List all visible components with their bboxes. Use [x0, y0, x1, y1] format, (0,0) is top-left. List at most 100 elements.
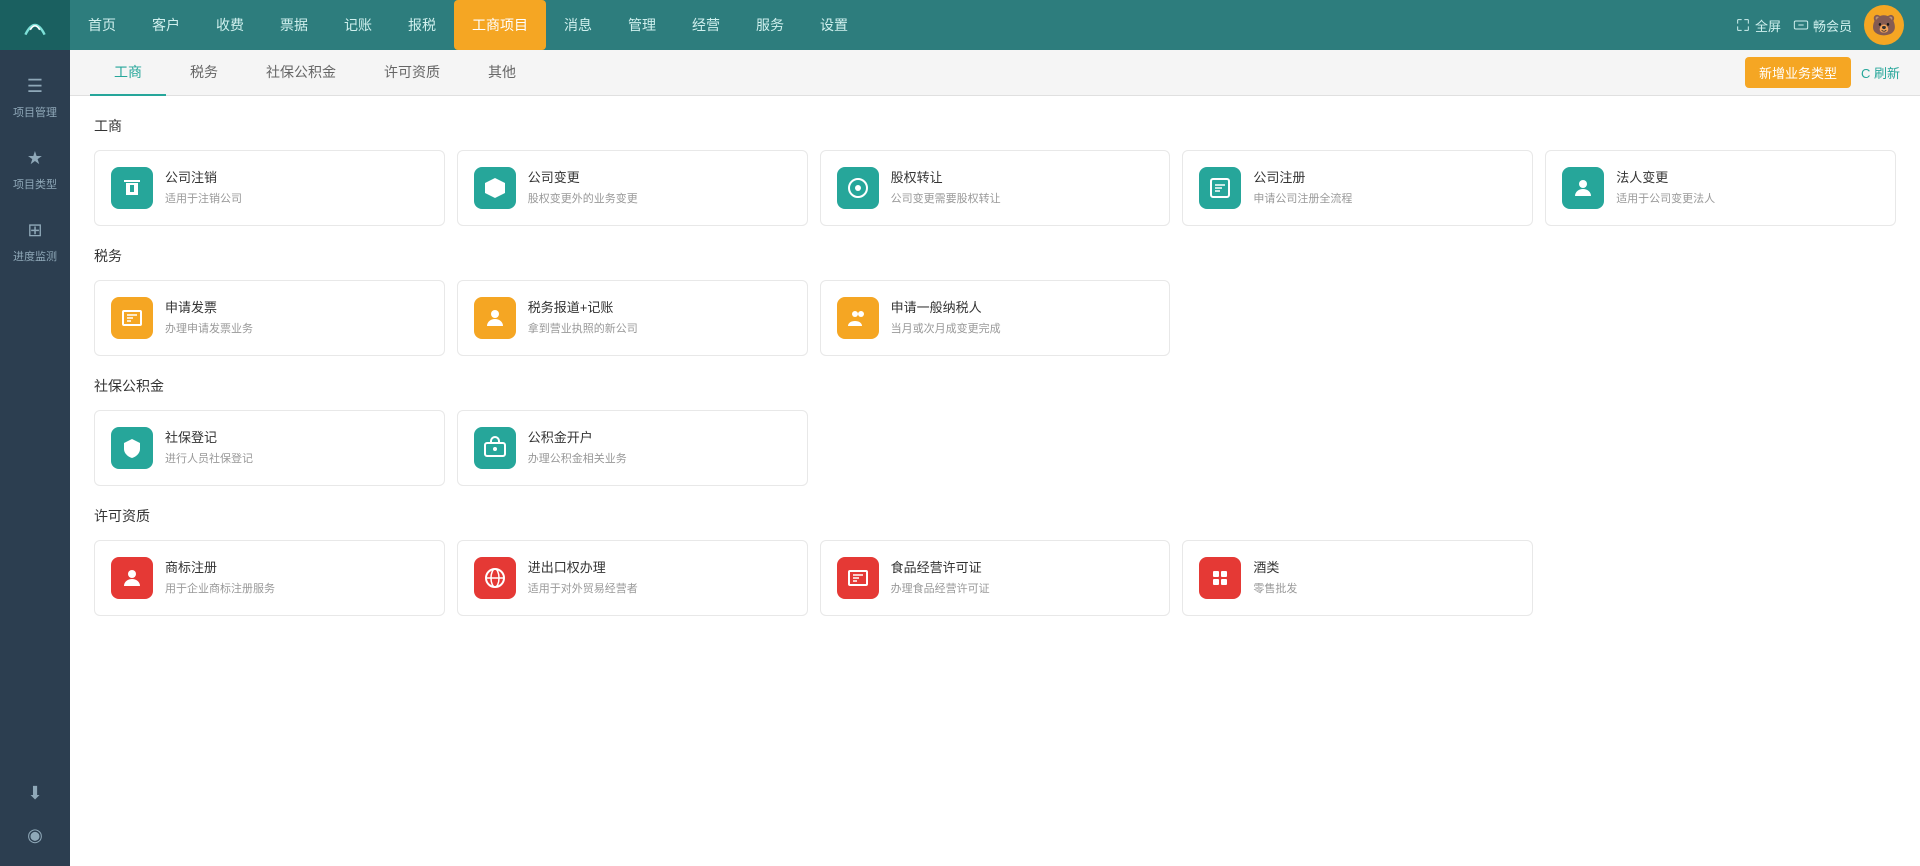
service-card-公司变更[interactable]: 公司变更 股权变更外的业务变更: [457, 150, 808, 226]
card-title: 公积金开户: [528, 427, 791, 446]
service-card-公司注册[interactable]: 公司注册 申请公司注册全流程: [1182, 150, 1533, 226]
card-icon: [1199, 167, 1241, 209]
card-text: 公司注册 申请公司注册全流程: [1253, 167, 1516, 206]
card-icon: [474, 167, 516, 209]
sidebar-icon: ★: [21, 144, 49, 172]
tab-list: 工商税务社保公积金许可资质其他: [90, 50, 1745, 96]
card-text: 税务报道+记账 拿到营业执照的新公司: [528, 297, 791, 336]
sidebar-item-项目管理[interactable]: ☰项目管理: [0, 60, 70, 132]
tab-社保公积金[interactable]: 社保公积金: [242, 50, 360, 96]
card-icon: [474, 557, 516, 599]
service-card-酒类[interactable]: 酒类 零售批发: [1182, 540, 1533, 616]
nav-item-工商项目[interactable]: 工商项目: [454, 0, 546, 50]
section-title-工商: 工商: [94, 116, 1896, 136]
section-title-许可资质: 许可资质: [94, 506, 1896, 526]
service-card-股权转让[interactable]: 股权转让 公司变更需要股权转让: [820, 150, 1171, 226]
card-text: 公司注销 适用于注销公司: [165, 167, 428, 206]
content-area: 工商税务社保公积金许可资质其他 新增业务类型 C 刷新 工商 公司注销 适用于注…: [70, 50, 1920, 866]
card-text: 法人变更 适用于公司变更法人: [1616, 167, 1879, 206]
nav-item-消息[interactable]: 消息: [546, 0, 610, 50]
card-title: 公司变更: [528, 167, 791, 186]
nav-item-经营[interactable]: 经营: [674, 0, 738, 50]
refresh-button[interactable]: C 刷新: [1861, 63, 1900, 82]
sidebar-item-项目类型[interactable]: ★项目类型: [0, 132, 70, 204]
card-desc: 申请公司注册全流程: [1253, 190, 1516, 206]
card-icon: [474, 427, 516, 469]
card-title: 法人变更: [1616, 167, 1879, 186]
tab-税务[interactable]: 税务: [166, 50, 242, 96]
nav-item-服务[interactable]: 服务: [738, 0, 802, 50]
card-text: 申请发票 办理申请发票业务: [165, 297, 428, 336]
card-text: 公积金开户 办理公积金相关业务: [528, 427, 791, 466]
nav-item-设置[interactable]: 设置: [802, 0, 866, 50]
service-card-申请发票[interactable]: 申请发票 办理申请发票业务: [94, 280, 445, 356]
nav-item-首页[interactable]: 首页: [70, 0, 134, 50]
sidebar-bottom: ⬇◉: [16, 774, 54, 866]
scroll-content: 工商 公司注销 适用于注销公司 公司变更 股权变更外的业务变更 股权转让 公: [70, 96, 1920, 866]
card-desc: 办理食品经营许可证: [891, 580, 1154, 596]
card-desc: 办理申请发票业务: [165, 320, 428, 336]
card-icon: [111, 427, 153, 469]
card-title: 申请一般纳税人: [891, 297, 1154, 316]
service-card-食品经营许可证[interactable]: 食品经营许可证 办理食品经营许可证: [820, 540, 1171, 616]
top-nav-right: 全屏 畅会员 🐻: [1735, 5, 1920, 45]
nav-item-票据[interactable]: 票据: [262, 0, 326, 50]
card-desc: 公司变更需要股权转让: [891, 190, 1154, 206]
sidebar-icon: ☰: [21, 72, 49, 100]
card-title: 公司注销: [165, 167, 428, 186]
card-desc: 当月或次月成变更完成: [891, 320, 1154, 336]
tab-其他[interactable]: 其他: [464, 50, 540, 96]
card-title: 社保登记: [165, 427, 428, 446]
vip-button[interactable]: 畅会员: [1793, 16, 1852, 35]
fullscreen-button[interactable]: 全屏: [1735, 16, 1781, 35]
service-card-公司注销[interactable]: 公司注销 适用于注销公司: [94, 150, 445, 226]
sidebar: ☰项目管理★项目类型⊞进度监测⬇◉: [0, 50, 70, 866]
nav-item-报税[interactable]: 报税: [390, 0, 454, 50]
logo: [0, 0, 70, 50]
card-icon: [111, 557, 153, 599]
sidebar-item-进度监测[interactable]: ⊞进度监测: [0, 204, 70, 276]
service-card-法人变更[interactable]: 法人变更 适用于公司变更法人: [1545, 150, 1896, 226]
tab-bar-actions: 新增业务类型 C 刷新: [1745, 57, 1900, 88]
service-card-公积金开户[interactable]: 公积金开户 办理公积金相关业务: [457, 410, 808, 486]
card-text: 酒类 零售批发: [1253, 557, 1516, 596]
tab-许可资质[interactable]: 许可资质: [360, 50, 464, 96]
service-card-申请一般纳税人[interactable]: 申请一般纳税人 当月或次月成变更完成: [820, 280, 1171, 356]
card-desc: 适用于对外贸易经营者: [528, 580, 791, 596]
card-text: 股权转让 公司变更需要股权转让: [891, 167, 1154, 206]
nav-item-记账[interactable]: 记账: [326, 0, 390, 50]
card-icon: [111, 167, 153, 209]
card-title: 酒类: [1253, 557, 1516, 576]
card-desc: 股权变更外的业务变更: [528, 190, 791, 206]
card-title: 食品经营许可证: [891, 557, 1154, 576]
card-desc: 拿到营业执照的新公司: [528, 320, 791, 336]
nav-item-管理[interactable]: 管理: [610, 0, 674, 50]
tab-工商[interactable]: 工商: [90, 50, 166, 96]
settings-icon[interactable]: ◉: [16, 816, 54, 854]
download-icon[interactable]: ⬇: [16, 774, 54, 812]
card-grid-许可资质: 商标注册 用于企业商标注册服务 进出口权办理 适用于对外贸易经营者 食品经营许可…: [94, 540, 1896, 616]
nav-item-收费[interactable]: 收费: [198, 0, 262, 50]
section-title-社保公积金: 社保公积金: [94, 376, 1896, 396]
service-card-商标注册[interactable]: 商标注册 用于企业商标注册服务: [94, 540, 445, 616]
card-desc: 用于企业商标注册服务: [165, 580, 428, 596]
card-icon: [111, 297, 153, 339]
card-grid-工商: 公司注销 适用于注销公司 公司变更 股权变更外的业务变更 股权转让 公司变更需要…: [94, 150, 1896, 226]
nav-items: 首页客户收费票据记账报税工商项目消息管理经营服务设置: [70, 0, 1735, 50]
card-title: 申请发票: [165, 297, 428, 316]
card-icon: [474, 297, 516, 339]
card-text: 申请一般纳税人 当月或次月成变更完成: [891, 297, 1154, 336]
card-desc: 办理公积金相关业务: [528, 450, 791, 466]
card-title: 公司注册: [1253, 167, 1516, 186]
nav-item-客户[interactable]: 客户: [134, 0, 198, 50]
card-text: 商标注册 用于企业商标注册服务: [165, 557, 428, 596]
main-layout: ☰项目管理★项目类型⊞进度监测⬇◉ 工商税务社保公积金许可资质其他 新增业务类型…: [0, 50, 1920, 866]
card-icon: [1199, 557, 1241, 599]
service-card-社保登记[interactable]: 社保登记 进行人员社保登记: [94, 410, 445, 486]
card-icon: [1562, 167, 1604, 209]
service-card-税务报道+记账[interactable]: 税务报道+记账 拿到营业执照的新公司: [457, 280, 808, 356]
service-card-进出口权办理[interactable]: 进出口权办理 适用于对外贸易经营者: [457, 540, 808, 616]
card-title: 商标注册: [165, 557, 428, 576]
add-type-button[interactable]: 新增业务类型: [1745, 57, 1851, 88]
card-text: 进出口权办理 适用于对外贸易经营者: [528, 557, 791, 596]
